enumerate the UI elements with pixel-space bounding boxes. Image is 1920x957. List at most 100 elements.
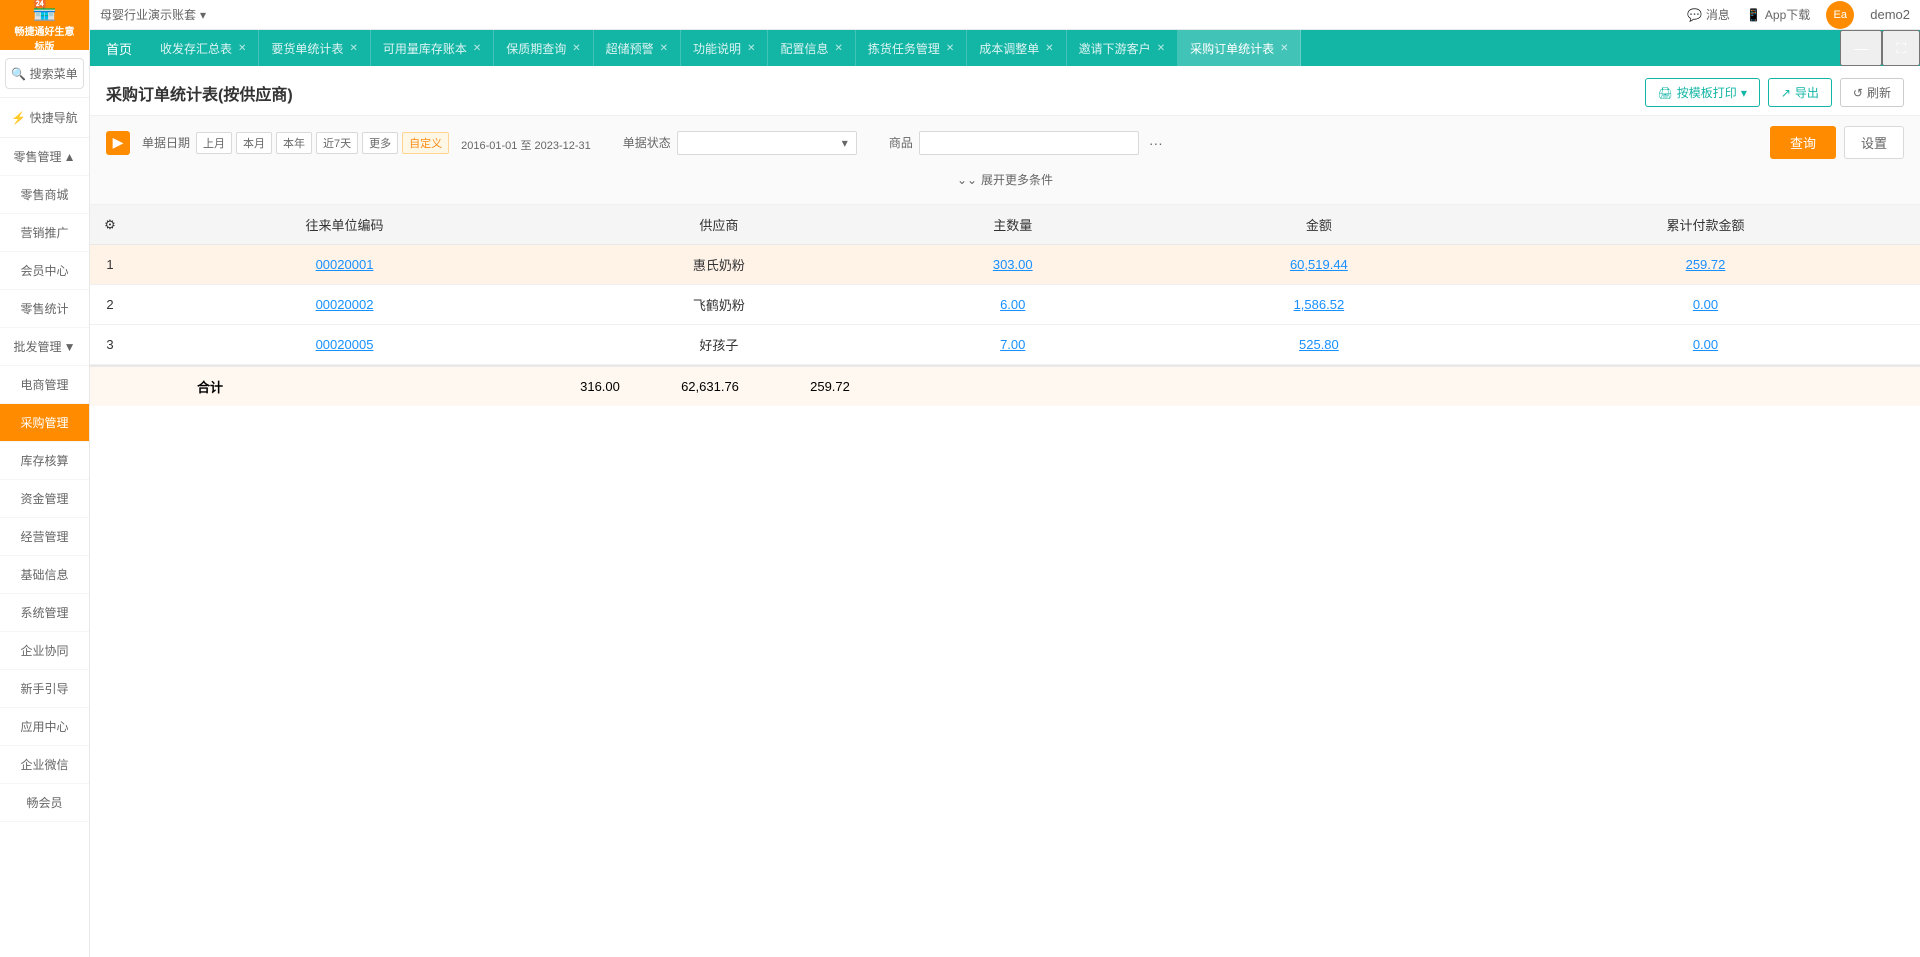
export-icon: ↗ xyxy=(1781,86,1791,100)
sidebar-item-inventory[interactable]: 库存核算 xyxy=(0,442,89,480)
appcenter-label: 应用中心 xyxy=(20,720,68,734)
sidebar-item-appcenter[interactable]: 应用中心 xyxy=(0,708,89,746)
inventory-label: 库存核算 xyxy=(20,454,68,468)
tab-close-icon5[interactable]: ✕ xyxy=(660,43,668,54)
row-paid[interactable]: 259.72 xyxy=(1491,245,1920,285)
refresh-button[interactable]: ↺ 刷新 xyxy=(1840,78,1904,107)
date-shortcuts: 上月 本月 本年 近7天 更多 xyxy=(196,132,449,154)
tab-caigoudingdan[interactable]: 采购订单统计表 ✕ xyxy=(1178,30,1301,66)
sidebar-item-retail-mall[interactable]: 零售商城 xyxy=(0,176,89,214)
status-filter-item: 单据状态 ▾ xyxy=(623,131,857,155)
row-code[interactable]: 00020001 xyxy=(130,245,559,285)
table-row[interactable]: 2 00020002 飞鹤奶粉 6.00 1,586.52 0.00 xyxy=(90,285,1920,325)
sidebar-item-ecommerce[interactable]: 电商管理 xyxy=(0,366,89,404)
sidebar-item-finance[interactable]: 资金管理 xyxy=(0,480,89,518)
tab-yaohuo-label: 要货单统计表 xyxy=(271,40,343,57)
row-qty[interactable]: 303.00 xyxy=(879,245,1147,285)
table-row[interactable]: 1 00020001 惠氏奶粉 303.00 60,519.44 259.72 xyxy=(90,245,1920,285)
tab-close-icon11[interactable]: ✕ xyxy=(1280,43,1288,54)
message-button[interactable]: 💬 消息 xyxy=(1687,6,1730,23)
search-menu-button[interactable]: 🔍 搜索菜单 xyxy=(5,58,84,89)
date-custom-badge[interactable]: 自定义 xyxy=(402,132,449,154)
workspace-selector[interactable]: 母婴行业演示账套 ▾ xyxy=(100,6,206,23)
row-amount[interactable]: 525.80 xyxy=(1147,325,1491,365)
tab-close-icon10[interactable]: ✕ xyxy=(1157,43,1165,54)
date-btn-last-month[interactable]: 上月 xyxy=(196,132,232,154)
sidebar-item-system[interactable]: 系统管理 xyxy=(0,594,89,632)
tab-chaochu[interactable]: 超储预警 ✕ xyxy=(594,30,681,66)
sidebar-item-vip[interactable]: 畅会员 xyxy=(0,784,89,822)
sidebar-item-newbie[interactable]: 新手引导 xyxy=(0,670,89,708)
sidebar-item-purchase[interactable]: 采购管理 xyxy=(0,404,89,442)
tab-gongneng[interactable]: 功能说明 ✕ xyxy=(681,30,768,66)
sidebar-item-business[interactable]: 经营管理 xyxy=(0,518,89,556)
tab-paihuorenwu[interactable]: 拣货任务管理 ✕ xyxy=(856,30,967,66)
user-avatar-text: Ea xyxy=(1834,9,1847,21)
date-btn-more[interactable]: 更多 xyxy=(362,132,398,154)
sidebar: 🏪 畅捷通好生意 标版 🔍 搜索菜单 ⚡ 快捷导航 零售管理 ▲ 零售商城 营销… xyxy=(0,0,90,957)
row-code[interactable]: 00020005 xyxy=(130,325,559,365)
sidebar-item-marketing[interactable]: 营销推广 xyxy=(0,214,89,252)
tab-chenbentiaozhen[interactable]: 成本调整单 ✕ xyxy=(967,30,1066,66)
filter-toggle-button[interactable]: ▶ xyxy=(106,131,130,155)
sidebar-item-retail-stat[interactable]: 零售统计 xyxy=(0,290,89,328)
tab-close-icon3[interactable]: ✕ xyxy=(473,43,481,54)
table-settings-col[interactable]: ⚙ xyxy=(90,205,130,245)
sidebar-item-retail[interactable]: 零售管理 ▲ xyxy=(0,138,89,176)
sidebar-item-weixin[interactable]: 企业微信 xyxy=(0,746,89,784)
tab-close-icon4[interactable]: ✕ xyxy=(572,43,580,54)
row-qty[interactable]: 6.00 xyxy=(879,285,1147,325)
tab-peizhixinxi[interactable]: 配置信息 ✕ xyxy=(768,30,855,66)
search-menu-section: 🔍 搜索菜单 xyxy=(0,50,89,98)
row-amount[interactable]: 1,586.52 xyxy=(1147,285,1491,325)
tab-close-icon[interactable]: ✕ xyxy=(238,43,246,54)
tab-yaohuo[interactable]: 要货单统计表 ✕ xyxy=(259,30,370,66)
row-paid[interactable]: 0.00 xyxy=(1491,325,1920,365)
tab-chaochu-label: 超储预警 xyxy=(606,40,654,57)
sidebar-item-member[interactable]: 会员中心 xyxy=(0,252,89,290)
date-btn-7days[interactable]: 近7天 xyxy=(316,132,358,154)
tab-shoufayuhui[interactable]: 收发存汇总表 ✕ xyxy=(148,30,259,66)
row-code[interactable]: 00020002 xyxy=(130,285,559,325)
tab-minimize-button[interactable]: — xyxy=(1840,30,1882,66)
table-row[interactable]: 3 00020005 好孩子 7.00 525.80 0.00 xyxy=(90,325,1920,365)
user-name[interactable]: demo2 xyxy=(1870,7,1910,22)
row-no: 2 xyxy=(90,285,130,325)
sidebar-item-basic[interactable]: 基础信息 xyxy=(0,556,89,594)
date-btn-this-month[interactable]: 本月 xyxy=(236,132,272,154)
tab-home[interactable]: 首页 xyxy=(90,30,148,66)
settings-button[interactable]: 设置 xyxy=(1844,126,1904,159)
tab-close-icon7[interactable]: ✕ xyxy=(834,43,842,54)
tab-keyong[interactable]: 可用量库存账本 ✕ xyxy=(371,30,494,66)
user-avatar[interactable]: Ea xyxy=(1826,1,1854,29)
tab-close-icon8[interactable]: ✕ xyxy=(946,43,954,54)
app-download-button[interactable]: 📱 App下载 xyxy=(1746,6,1810,23)
tab-yaoqingyouke[interactable]: 邀请下游客户 ✕ xyxy=(1067,30,1178,66)
settings-label: 设置 xyxy=(1861,136,1887,151)
row-paid[interactable]: 0.00 xyxy=(1491,285,1920,325)
row-qty[interactable]: 7.00 xyxy=(879,325,1147,365)
export-button[interactable]: ↗ 导出 xyxy=(1768,78,1832,107)
goods-input[interactable] xyxy=(919,131,1139,155)
chevron-down-icon2: ▼ xyxy=(64,340,76,354)
sidebar-item-enterprise[interactable]: 企业协同 xyxy=(0,632,89,670)
goods-filter-label: 商品 xyxy=(889,134,913,151)
query-button[interactable]: 查询 xyxy=(1770,126,1836,159)
goods-more-button[interactable]: ··· xyxy=(1145,135,1167,151)
status-select[interactable]: ▾ xyxy=(677,131,857,155)
tab-close-icon9[interactable]: ✕ xyxy=(1045,43,1053,54)
workspace-label: 母婴行业演示账套 xyxy=(100,6,196,23)
expand-more-button[interactable]: ⌄⌄ 展开更多条件 xyxy=(957,171,1053,188)
tab-close-icon6[interactable]: ✕ xyxy=(747,43,755,54)
tab-baozhiqi[interactable]: 保质期查询 ✕ xyxy=(494,30,593,66)
quick-nav-label: 快捷导航 xyxy=(30,111,78,125)
print-button[interactable]: 🖨 按模板打印 ▾ xyxy=(1645,78,1760,107)
tab-maximize-button[interactable]: ⛶ xyxy=(1882,30,1920,66)
tab-close-icon2[interactable]: ✕ xyxy=(349,43,357,54)
sidebar-item-wholesale[interactable]: 批发管理 ▼ xyxy=(0,328,89,366)
tab-chenbentiaozhen-label: 成本调整单 xyxy=(979,40,1039,57)
row-amount[interactable]: 60,519.44 xyxy=(1147,245,1491,285)
date-btn-this-year[interactable]: 本年 xyxy=(276,132,312,154)
data-table: ⚙ 往来单位编码 供应商 主数量 金额 xyxy=(90,205,1920,365)
quick-nav-button[interactable]: ⚡ 快捷导航 xyxy=(0,103,89,132)
